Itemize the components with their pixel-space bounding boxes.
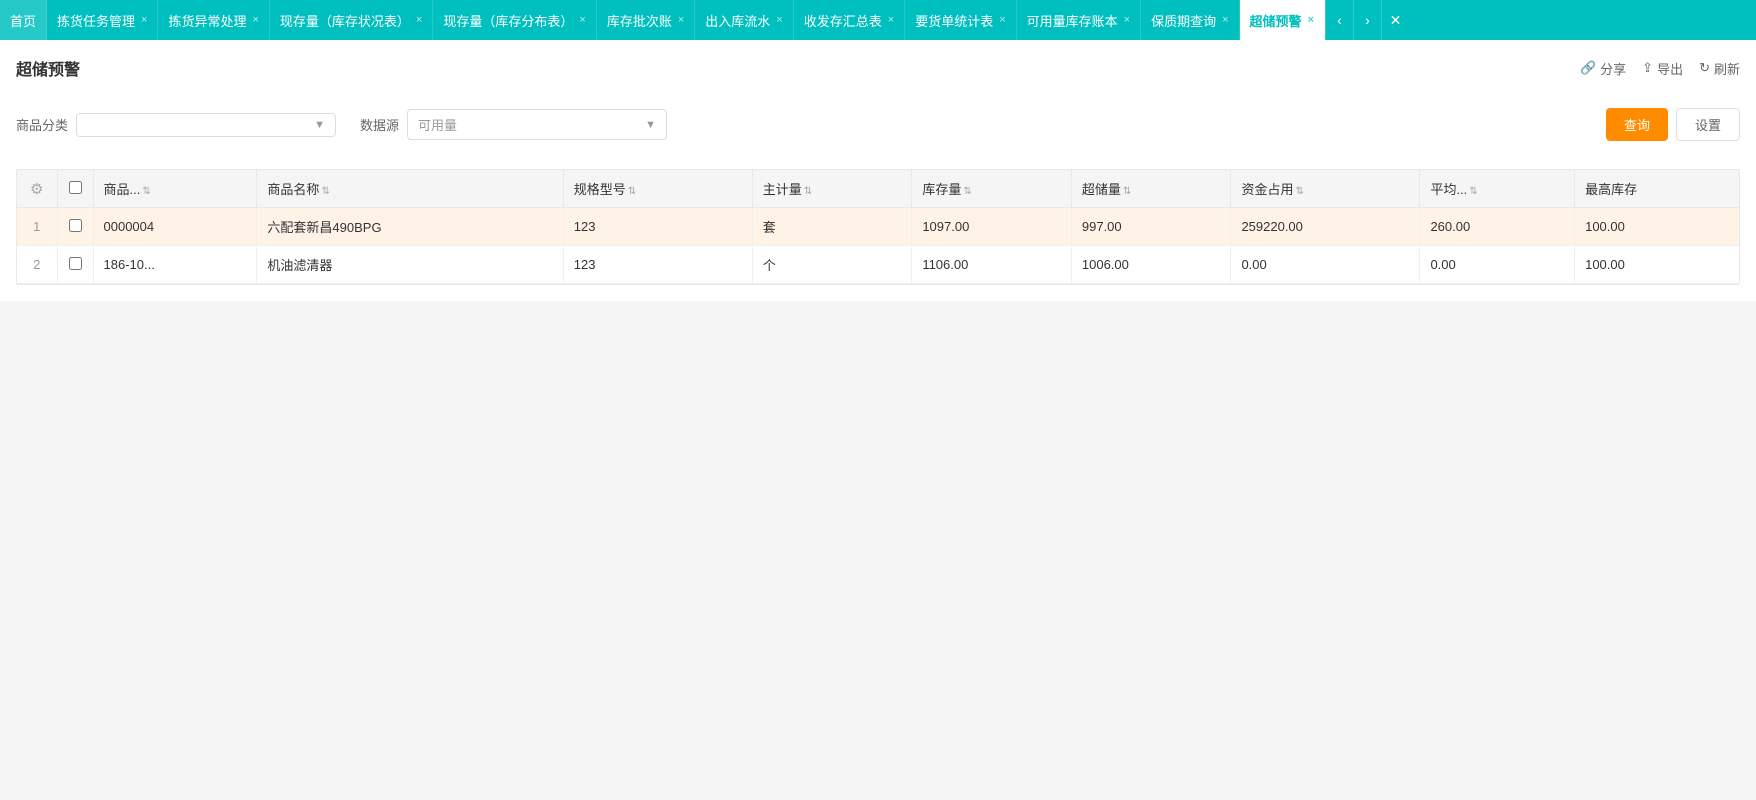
col-avg[interactable]: 平均...⇅ <box>1420 170 1575 208</box>
gear-icon[interactable]: ⚙ <box>30 181 43 198</box>
row-max-stock: 100.00 <box>1575 246 1739 284</box>
nav-next-button[interactable]: › <box>1353 0 1381 40</box>
close-icon[interactable]: × <box>1222 14 1228 26</box>
row-checkbox-cell[interactable] <box>57 208 93 246</box>
nav-item-overstock[interactable]: 超储预警 × <box>1240 0 1325 40</box>
close-icon[interactable]: × <box>1124 14 1130 26</box>
row-unit: 个 <box>752 246 912 284</box>
datasource-filter-group: 数据源 可用量 ▼ <box>360 109 667 140</box>
nav-item-stock-dist[interactable]: 现存量（库存分布表） × <box>433 0 596 40</box>
row-checkbox[interactable] <box>69 219 82 232</box>
row-num-cell: 2 <box>17 246 57 284</box>
query-button[interactable]: 查询 <box>1606 108 1668 141</box>
nav-prev-button[interactable]: ‹ <box>1325 0 1353 40</box>
row-max-stock: 100.00 <box>1575 208 1739 246</box>
row-capital: 259220.00 <box>1231 208 1420 246</box>
nav-more-button[interactable]: ✕ <box>1381 0 1409 40</box>
col-unit[interactable]: 主计量⇅ <box>752 170 912 208</box>
settings-button[interactable]: 设置 <box>1676 108 1740 141</box>
select-all-checkbox[interactable] <box>69 181 82 194</box>
nav-item-summary[interactable]: 收发存汇总表 × <box>794 0 905 40</box>
category-filter-group: 商品分类 ▼ <box>16 113 336 137</box>
sort-icon: ⇅ <box>142 186 150 197</box>
close-icon[interactable]: × <box>776 14 782 26</box>
chevron-down-icon: ▼ <box>645 119 656 131</box>
close-icon[interactable]: × <box>999 14 1005 26</box>
close-icon[interactable]: × <box>579 14 585 26</box>
col-product-name[interactable]: 商品名称⇅ <box>257 170 563 208</box>
row-stock: 1106.00 <box>912 246 1072 284</box>
close-icon[interactable]: × <box>252 14 258 26</box>
close-icon[interactable]: × <box>888 14 894 26</box>
row-num-cell: 1 <box>17 208 57 246</box>
table-checkbox-header <box>57 170 93 208</box>
row-checkbox[interactable] <box>69 257 82 270</box>
close-icon[interactable]: × <box>1308 14 1314 26</box>
col-stock[interactable]: 库存量⇅ <box>912 170 1072 208</box>
col-capital[interactable]: 资金占用⇅ <box>1231 170 1420 208</box>
table-settings-header: ⚙ <box>17 170 57 208</box>
nav-item-batch[interactable]: 库存批次账 × <box>597 0 695 40</box>
row-stock: 1097.00 <box>912 208 1072 246</box>
row-avg: 260.00 <box>1420 208 1575 246</box>
data-table: ⚙ 商品...⇅ 商品名称⇅ 规格型号⇅ 主计量⇅ <box>16 169 1740 285</box>
page-title: 超储预警 <box>16 56 80 80</box>
sort-icon: ⇅ <box>321 186 329 197</box>
datasource-label: 数据源 <box>360 115 399 134</box>
sort-icon: ⇅ <box>804 186 812 197</box>
sort-icon: ⇅ <box>1295 186 1303 197</box>
col-over-stock[interactable]: 超储量⇅ <box>1071 170 1231 208</box>
col-product-code[interactable]: 商品...⇅ <box>93 170 257 208</box>
row-spec: 123 <box>563 208 752 246</box>
sort-icon: ⇅ <box>1469 186 1477 197</box>
export-button[interactable]: ⇪ 导出 <box>1642 59 1683 78</box>
nav-item-order-stats[interactable]: 要货单统计表 × <box>905 0 1016 40</box>
nav-item-stock-status[interactable]: 现存量（库存状况表） × <box>270 0 433 40</box>
nav-item-home[interactable]: 首页 <box>0 0 47 40</box>
nav-item-task[interactable]: 拣货任务管理 × <box>47 0 158 40</box>
nav-bar: 首页 拣货任务管理 × 拣货异常处理 × 现存量（库存状况表） × 现存量（库存… <box>0 0 1756 40</box>
row-checkbox-cell[interactable] <box>57 246 93 284</box>
row-product-name: 机油滤清器 <box>257 246 563 284</box>
row-product-code: 186-10... <box>93 246 257 284</box>
nav-item-exception[interactable]: 拣货异常处理 × <box>158 0 269 40</box>
header-actions: 🔗 分享 ⇪ 导出 ↻ 刷新 <box>1580 59 1740 78</box>
nav-item-flow[interactable]: 出入库流水 × <box>695 0 793 40</box>
table-header-row: ⚙ 商品...⇅ 商品名称⇅ 规格型号⇅ 主计量⇅ <box>17 170 1739 208</box>
filter-actions: 查询 设置 <box>1606 108 1740 141</box>
row-over-stock: 1006.00 <box>1071 246 1231 284</box>
row-unit: 套 <box>752 208 912 246</box>
nav-item-available[interactable]: 可用量库存账本 × <box>1017 0 1141 40</box>
datasource-select[interactable]: 可用量 ▼ <box>407 109 667 140</box>
sort-icon: ⇅ <box>963 186 971 197</box>
export-icon: ⇪ <box>1642 60 1653 76</box>
chevron-down-icon: ▼ <box>314 119 325 131</box>
row-avg: 0.00 <box>1420 246 1575 284</box>
category-select[interactable]: ▼ <box>76 113 336 137</box>
row-spec: 123 <box>563 246 752 284</box>
sort-icon: ⇅ <box>628 186 636 197</box>
refresh-icon: ↻ <box>1699 60 1710 76</box>
table-row: 2 186-10... 机油滤清器 123 个 1106.00 1006.00 … <box>17 246 1739 284</box>
close-icon[interactable]: × <box>416 14 422 26</box>
row-over-stock: 997.00 <box>1071 208 1231 246</box>
page-header: 超储预警 🔗 分享 ⇪ 导出 ↻ 刷新 <box>16 56 1740 80</box>
close-icon[interactable]: × <box>678 14 684 26</box>
share-button[interactable]: 🔗 分享 <box>1580 59 1626 78</box>
col-max-stock[interactable]: 最高库存 <box>1575 170 1739 208</box>
refresh-button[interactable]: ↻ 刷新 <box>1699 59 1740 78</box>
category-label: 商品分类 <box>16 115 68 134</box>
row-product-name: 六配套新昌490BPG <box>257 208 563 246</box>
share-icon: 🔗 <box>1580 60 1596 76</box>
row-capital: 0.00 <box>1231 246 1420 284</box>
filter-area: 商品分类 ▼ 数据源 可用量 ▼ 查询 设置 <box>16 96 1740 153</box>
page-content: 超储预警 🔗 分享 ⇪ 导出 ↻ 刷新 商品分类 ▼ 数据源 <box>0 40 1756 301</box>
nav-item-expiry[interactable]: 保质期查询 × <box>1141 0 1239 40</box>
row-product-code: 0000004 <box>93 208 257 246</box>
table-row: 1 0000004 六配套新昌490BPG 123 套 1097.00 997.… <box>17 208 1739 246</box>
col-spec[interactable]: 规格型号⇅ <box>563 170 752 208</box>
sort-icon: ⇅ <box>1123 186 1131 197</box>
datasource-select-text: 可用量 <box>418 115 457 134</box>
close-icon[interactable]: × <box>141 14 147 26</box>
